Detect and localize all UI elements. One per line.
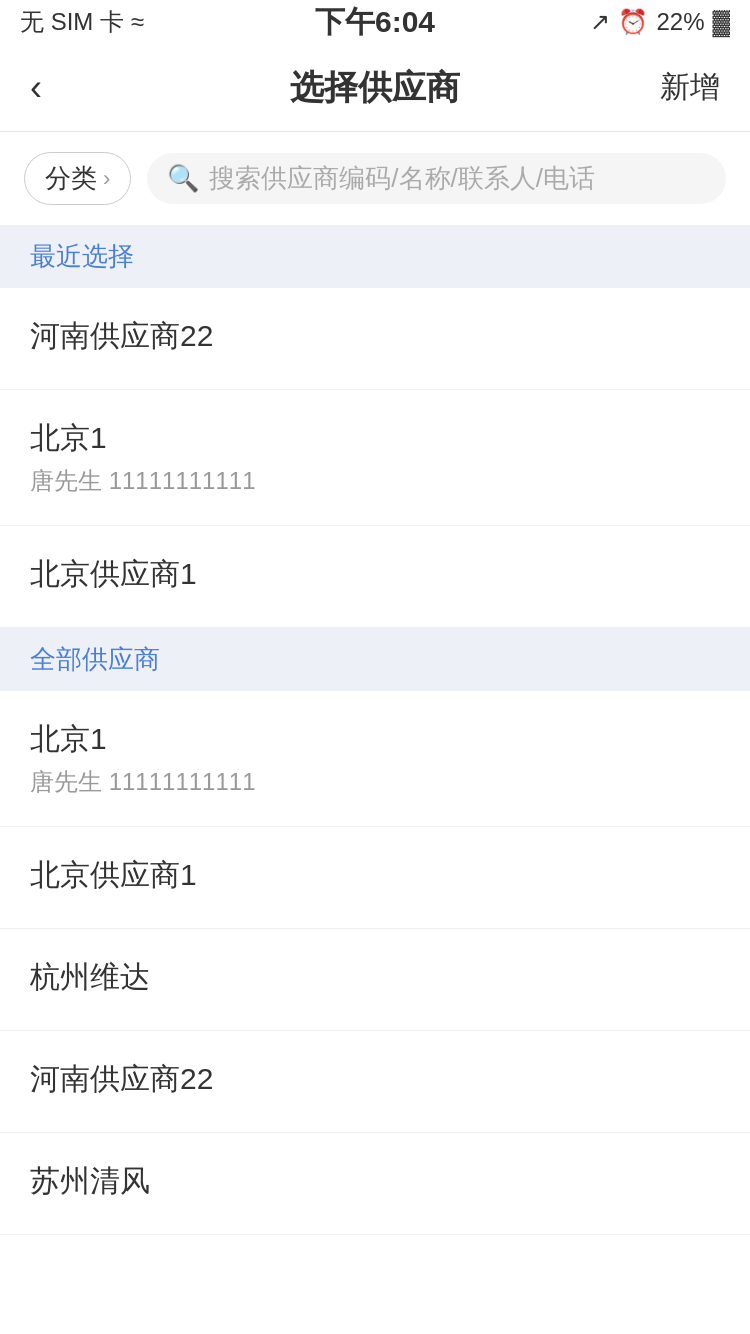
alarm-icon: ⏰ xyxy=(618,8,648,36)
location-icon: ↗ xyxy=(590,8,610,36)
status-bar: 无 SIM 卡 ≈ 下午6:04 ↗ ⏰ 22% ▓ xyxy=(0,0,750,44)
list-item[interactable]: 河南供应商22 xyxy=(0,1031,750,1133)
list-item-sub: 唐先生 11111111111 xyxy=(30,766,720,798)
list-item-name: 北京1 xyxy=(30,719,720,760)
battery-label: 22% xyxy=(656,8,704,36)
page-title: 选择供应商 xyxy=(290,65,460,111)
list-item[interactable]: 北京供应商1 xyxy=(0,827,750,929)
all-list: 北京1 唐先生 11111111111 北京供应商1 杭州维达河南供应商22 苏州清风 xyxy=(0,691,750,1235)
all-section-header: 全部供应商 xyxy=(0,628,750,691)
list-item-name: 北京供应商1 xyxy=(30,855,720,896)
list-item[interactable]: 杭州维达 xyxy=(0,929,750,1031)
list-item[interactable]: 北京1 唐先生 11111111111 xyxy=(0,390,750,526)
add-button[interactable]: 新增 xyxy=(660,67,720,108)
list-item-name: 苏州清风 xyxy=(30,1161,720,1202)
category-label: 分类 xyxy=(45,161,97,196)
list-item[interactable]: 北京1 唐先生 11111111111 xyxy=(0,691,750,827)
recent-section-header: 最近选择 xyxy=(0,225,750,288)
list-item-name: 杭州维达 xyxy=(30,957,720,998)
chevron-right-icon: › xyxy=(103,166,110,192)
list-item-sub: 唐先生 11111111111 xyxy=(30,465,720,497)
category-filter[interactable]: 分类 › xyxy=(24,152,131,205)
search-icon: 🔍 xyxy=(167,163,199,194)
status-right: ↗ ⏰ 22% ▓ xyxy=(590,8,730,36)
list-item-name: 河南供应商22 xyxy=(30,1059,720,1100)
recent-list: 河南供应商22 北京1 唐先生 11111111111 北京供应商1 xyxy=(0,288,750,628)
list-item-name: 河南供应商22 xyxy=(30,316,720,357)
list-item-name: 北京1 xyxy=(30,418,720,459)
recent-section-label: 最近选择 xyxy=(30,241,134,271)
battery-icon: ▓ xyxy=(713,8,731,36)
list-item[interactable]: 北京供应商1 xyxy=(0,526,750,628)
list-item-name: 北京供应商1 xyxy=(30,554,720,595)
status-left: 无 SIM 卡 ≈ xyxy=(20,6,144,38)
status-time: 下午6:04 xyxy=(315,2,435,43)
no-sim-label: 无 SIM 卡 ≈ xyxy=(20,6,144,38)
filter-bar: 分类 › 🔍 xyxy=(0,132,750,225)
back-button[interactable]: ‹ xyxy=(30,67,90,109)
list-item[interactable]: 苏州清风 xyxy=(0,1133,750,1235)
search-box: 🔍 xyxy=(147,153,726,204)
search-input[interactable] xyxy=(209,163,706,194)
list-item[interactable]: 河南供应商22 xyxy=(0,288,750,390)
all-section-label: 全部供应商 xyxy=(30,644,160,674)
nav-bar: ‹ 选择供应商 新增 xyxy=(0,44,750,132)
